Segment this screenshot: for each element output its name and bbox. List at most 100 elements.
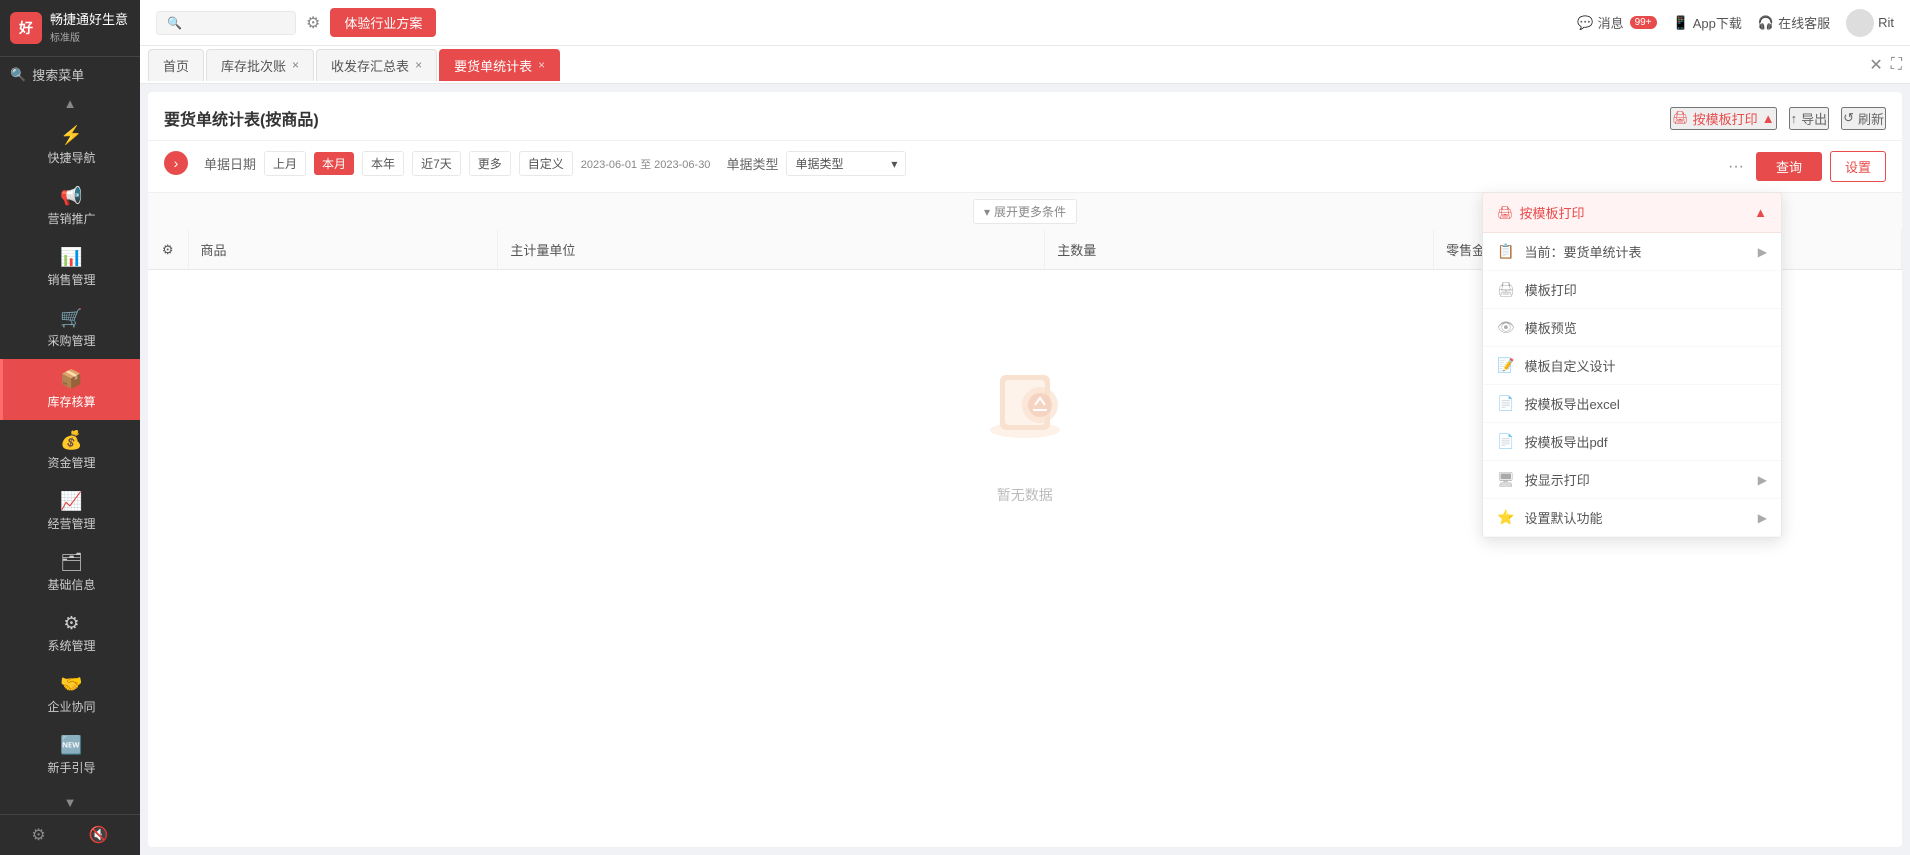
print-icon: 🖨 — [1672, 110, 1689, 126]
scroll-down-btn[interactable]: ▼ — [0, 791, 140, 814]
dropdown-header: 🖨 按模板打印 ▲ — [1483, 193, 1781, 233]
tab-label: 库存批次账 — [221, 56, 286, 75]
tab-close-icon[interactable]: × — [538, 58, 545, 72]
sidebar-item-label: 新手引导 — [47, 759, 95, 776]
refresh-icon: ↺ — [1843, 110, 1854, 126]
tab-inventory-batch[interactable]: 库存批次账 × — [206, 49, 314, 81]
more-options-btn[interactable]: ··· — [1724, 154, 1748, 180]
empty-text: 暂无数据 — [997, 485, 1053, 505]
sidebar-item-guide[interactable]: 🆕 新手引导 — [0, 725, 140, 786]
default-function-icon: ⭐ — [1497, 509, 1514, 526]
date-more-btn[interactable]: 更多 — [469, 151, 511, 176]
template-preview-label: 模板预览 — [1525, 318, 1577, 337]
footer-settings-icon[interactable]: ⚙ — [31, 825, 45, 845]
topbar: 🔍 ⚙ 体验行业方案 💬 消息 99+ 📱 App下载 🎧 在线客服 R — [140, 0, 1910, 46]
sidebar-item-inventory[interactable]: 📦 库存核算 — [0, 359, 140, 420]
sidebar-footer: ⚙ 🔇 — [0, 814, 140, 855]
chevron-up-icon: ▲ — [1762, 111, 1775, 126]
user-avatar[interactable]: Rit — [1846, 9, 1894, 37]
date-last-month-btn[interactable]: 上月 — [264, 151, 306, 176]
basic-icon: 🗂 — [60, 552, 83, 573]
online-service-btn[interactable]: 🎧 在线客服 — [1758, 13, 1830, 32]
chevron-down-icon: ▾ — [891, 157, 897, 171]
guide-icon: 🆕 — [60, 735, 82, 756]
template-preview-item[interactable]: 👁 模板预览 — [1483, 309, 1781, 347]
sidebar-item-label: 基础信息 — [47, 576, 95, 593]
chevron-right-icon: ▶ — [1758, 473, 1767, 487]
expand-icon: ▾ — [984, 205, 990, 219]
settings-button[interactable]: 设置 — [1830, 151, 1886, 182]
sidebar-item-quick-nav[interactable]: ⚡ 快捷导航 — [0, 115, 140, 176]
marketing-icon: 📢 — [60, 186, 82, 207]
export-button[interactable]: ↑ 导出 — [1789, 107, 1830, 130]
logo-icon: 好 — [10, 12, 42, 44]
sidebar-item-basic[interactable]: 🗂 基础信息 — [0, 542, 140, 603]
sidebar-item-purchase[interactable]: 🛒 采购管理 — [0, 298, 140, 359]
date-custom-btn[interactable]: 自定义 — [519, 151, 573, 176]
query-button[interactable]: 查询 — [1756, 152, 1822, 181]
topbar-settings-icon[interactable]: ⚙ — [306, 13, 320, 33]
tab-receipt-summary[interactable]: 收发存汇总表 × — [316, 49, 437, 81]
sidebar-item-label: 系统管理 — [47, 637, 95, 654]
type-select[interactable]: 单据类型 ▾ — [786, 151, 906, 176]
default-function-label: 设置默认功能 — [1524, 508, 1602, 527]
chevron-right-icon: ▶ — [1758, 511, 1767, 525]
chevron-right-icon: ▶ — [1758, 245, 1767, 259]
sidebar-item-label: 快捷导航 — [47, 149, 95, 166]
footer-audio-icon[interactable]: 🔇 — [89, 825, 109, 845]
sidebar-item-label: 库存核算 — [47, 393, 95, 410]
dropdown-title: 按模板打印 — [1520, 203, 1585, 222]
tab-close-icon[interactable]: × — [292, 58, 299, 72]
template-pdf-item[interactable]: 📄 按模板导出pdf — [1483, 423, 1781, 461]
sales-icon: 📊 — [60, 247, 82, 268]
scroll-up-btn[interactable]: ▲ — [0, 92, 140, 115]
sidebar-logo: 好 畅捷通好生意 标准版 — [0, 0, 140, 57]
print-button[interactable]: 🖨 按模板打印 ▲ — [1670, 107, 1776, 130]
sidebar-item-sales[interactable]: 📊 销售管理 — [0, 237, 140, 298]
topbar-search[interactable]: 🔍 — [156, 11, 296, 35]
app-download-btn[interactable]: 📱 App下载 — [1673, 13, 1742, 32]
message-btn[interactable]: 💬 消息 99+ — [1577, 13, 1656, 32]
tab-label: 首页 — [163, 56, 189, 75]
settings-icon[interactable]: ⚙ — [162, 242, 174, 257]
tab-home[interactable]: 首页 — [148, 49, 204, 81]
print-dropdown: 🖨 按模板打印 ▲ 📋 当前：要货单统计表 ▶ 🖨 模板打印 — [1482, 192, 1782, 538]
sidebar-item-finance[interactable]: 💰 资金管理 — [0, 420, 140, 481]
sidebar-search[interactable]: 🔍 搜索菜单 — [0, 57, 140, 92]
tab-close-icon[interactable]: × — [415, 58, 422, 72]
sidebar-item-marketing[interactable]: 📢 营销推广 — [0, 176, 140, 237]
trial-button[interactable]: 体验行业方案 — [330, 8, 436, 37]
tab-order-stats[interactable]: 要货单统计表 × — [439, 49, 560, 81]
app-download-label: App下载 — [1693, 13, 1742, 32]
dropdown-collapse-icon[interactable]: ▲ — [1754, 205, 1767, 220]
expand-more-btn[interactable]: ▾ 展开更多条件 — [973, 199, 1077, 224]
sidebar-item-collab[interactable]: 🤝 企业协同 — [0, 664, 140, 725]
display-print-label: 按显示打印 — [1525, 470, 1590, 489]
template-excel-label: 按模板导出excel — [1524, 394, 1619, 413]
sidebar-item-operation[interactable]: 📈 经营管理 — [0, 481, 140, 542]
template-excel-item[interactable]: 📄 按模板导出excel — [1483, 385, 1781, 423]
tab-close-all-icon[interactable]: ✕ — [1869, 55, 1882, 75]
message-badge: 99+ — [1630, 16, 1657, 29]
display-print-item[interactable]: 🖥 按显示打印 ▶ — [1483, 461, 1781, 499]
tab-maximize-icon[interactable]: ⛶ — [1891, 56, 1902, 74]
tab-label: 要货单统计表 — [454, 56, 532, 75]
date-this-month-btn[interactable]: 本月 — [314, 152, 354, 175]
operation-icon: 📈 — [60, 491, 82, 512]
filter-expand-icon[interactable]: › — [164, 151, 188, 175]
default-function-item[interactable]: ⭐ 设置默认功能 ▶ — [1483, 499, 1781, 537]
current-template-icon: 📋 — [1497, 243, 1514, 260]
refresh-button[interactable]: ↺ 刷新 — [1841, 107, 1886, 130]
empty-illustration — [975, 350, 1075, 469]
main-area: 🔍 ⚙ 体验行业方案 💬 消息 99+ 📱 App下载 🎧 在线客服 R — [140, 0, 1910, 855]
date-this-year-btn[interactable]: 本年 — [362, 151, 404, 176]
template-excel-icon: 📄 — [1497, 395, 1514, 412]
template-design-item[interactable]: 📝 模板自定义设计 — [1483, 347, 1781, 385]
col-checkbox[interactable]: ⚙ — [148, 230, 188, 270]
sidebar-item-label: 企业协同 — [47, 698, 95, 715]
template-pdf-label: 按模板导出pdf — [1524, 432, 1607, 451]
template-print-item[interactable]: 🖨 模板打印 — [1483, 271, 1781, 309]
date-7-days-btn[interactable]: 近7天 — [412, 151, 461, 176]
sidebar-item-system[interactable]: ⚙ 系统管理 — [0, 603, 140, 664]
current-template-item[interactable]: 📋 当前：要货单统计表 ▶ — [1483, 233, 1781, 271]
